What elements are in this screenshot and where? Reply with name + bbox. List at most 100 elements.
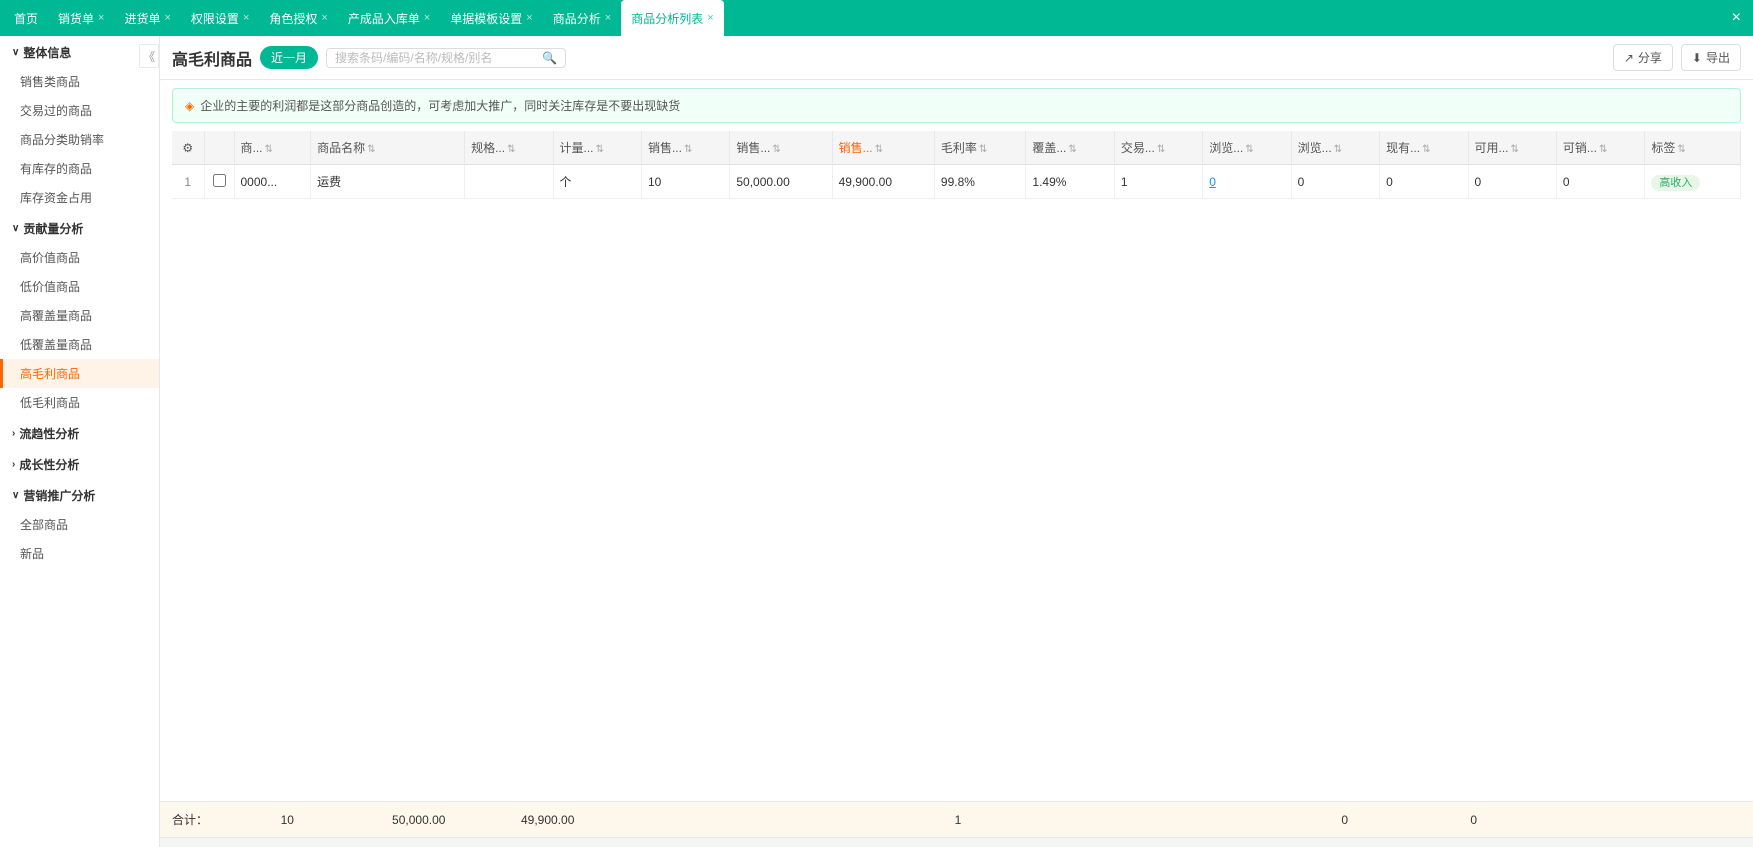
sidebar-item-low-coverage[interactable]: 低覆盖量商品 [0,330,159,359]
sidebar-item-stock-capital[interactable]: 库存资金占用 [0,183,159,212]
data-table: ⚙ 商...⇅ 商品名称⇅ 规格...⇅ 计量...⇅ 销售...⇅ 销售...… [172,131,1741,199]
sidebar: 《 ∨ 整体信息 销售类商品 交易过的商品 商品分类助销率 有库存的商品 库存资… [0,36,160,847]
sidebar-group-contribution[interactable]: ∨ 贡献量分析 [0,212,159,243]
tip-icon: ◈ [185,99,194,113]
sidebar-item-low-margin[interactable]: 低毛利商品 [0,388,159,417]
cell-view2: 0 [1291,165,1379,199]
row-checkbox[interactable] [213,174,226,187]
col-unit[interactable]: 计量...⇅ [553,131,641,165]
table-header-row: ⚙ 商...⇅ 商品名称⇅ 规格...⇅ 计量...⇅ 销售...⇅ 销售...… [172,131,1741,165]
sidebar-item-low-value[interactable]: 低价值商品 [0,272,159,301]
cell-view1[interactable]: 0 [1203,165,1291,199]
col-sellable[interactable]: 可销...⇅ [1556,131,1644,165]
sidebar-item-category-rate[interactable]: 商品分类助销率 [0,125,159,154]
col-tag[interactable]: 标签⇅ [1645,131,1741,165]
footer-empty5 [1483,813,1612,827]
close-purchase-tab[interactable]: × [164,12,170,24]
sidebar-group-trend[interactable]: › 流趋性分析 [0,417,159,448]
footer-empty2 [709,813,838,827]
cell-checkbox[interactable] [204,165,234,199]
top-nav: 首页 销货单 × 进货单 × 权限设置 × 角色授权 × 产成品入库单 × 单据… [0,0,1753,36]
col-view2[interactable]: 浏览...⇅ [1291,131,1379,165]
close-product-analysis-list-tab[interactable]: × [707,12,713,24]
sidebar-collapse-button[interactable]: 《 [139,44,159,68]
nav-purchase[interactable]: 进货单 × [114,0,180,36]
close-all-button[interactable]: × [1724,9,1749,27]
nav-permission[interactable]: 权限设置 × [181,0,259,36]
arrow-icon-3: › [12,428,15,439]
col-view1[interactable]: 浏览...⇅ [1203,131,1291,165]
sidebar-item-all-products[interactable]: 全部商品 [0,510,159,539]
cell-sales-amount: 50,000.00 [730,165,832,199]
sidebar-group-overall[interactable]: ∨ 整体信息 [0,36,159,67]
footer-sales-profit: 49,900.00 [451,813,580,827]
nav-home[interactable]: 首页 [4,0,48,36]
sidebar-group-marketing[interactable]: ∨ 营销推广分析 [0,479,159,510]
col-name[interactable]: 商品名称⇅ [311,131,465,165]
close-product-analysis-tab[interactable]: × [605,12,611,24]
cell-unit: 个 [553,165,641,199]
col-code[interactable]: 商...⇅ [234,131,311,165]
footer-empty6 [1612,813,1741,827]
cell-name: 运费 [311,165,465,199]
sidebar-item-traded-products[interactable]: 交易过的商品 [0,96,159,125]
nav-role[interactable]: 角色授权 × [259,0,337,36]
nav-product-entry[interactable]: 产成品入库单 × [338,0,440,36]
col-spec[interactable]: 规格...⇅ [465,131,553,165]
cell-available: 0 [1468,165,1556,199]
search-box: 🔍 [326,48,566,68]
col-gross-margin[interactable]: 毛利率⇅ [934,131,1026,165]
col-sales-amount[interactable]: 销售...⇅ [730,131,832,165]
close-sales-tab[interactable]: × [98,12,104,24]
nav-product-analysis-list[interactable]: 商品分析列表 × [621,0,723,36]
sidebar-item-high-value[interactable]: 高价值商品 [0,243,159,272]
col-sales-profit[interactable]: 销售...⇅ [832,131,934,165]
footer-empty3 [967,813,1096,827]
nav-template[interactable]: 单据模板设置 × [440,0,542,36]
footer-label: 合计： [172,811,252,828]
footer-cells: 10 50,000.00 49,900.00 1 0 0 [252,813,1741,827]
sidebar-item-high-coverage[interactable]: 高覆盖量商品 [0,301,159,330]
nav-product-analysis[interactable]: 商品分析 × [543,0,621,36]
search-icon[interactable]: 🔍 [542,51,557,65]
sidebar-item-stocked[interactable]: 有库存的商品 [0,154,159,183]
share-icon: ↗ [1624,51,1634,65]
sidebar-item-sales-products[interactable]: 销售类商品 [0,67,159,96]
col-coverage[interactable]: 覆盖...⇅ [1026,131,1114,165]
arrow-icon-5: ∨ [12,490,19,501]
search-input[interactable] [335,51,542,65]
arrow-icon: ∨ [12,47,19,58]
filter-recent-month-button[interactable]: 近一月 [260,46,318,69]
content-area: 高毛利商品 近一月 🔍 ↗ 分享 ⬇ 导出 ◈ 企业的主要的利润都是这部分商品创… [160,36,1753,847]
table-row: 1 0000... 运费 个 10 50,000.00 49,900.00 99… [172,165,1741,199]
sidebar-item-high-margin[interactable]: 高毛利商品 [0,359,159,388]
tag-badge: 高收入 [1651,175,1700,191]
main-layout: 《 ∨ 整体信息 销售类商品 交易过的商品 商品分类助销率 有库存的商品 库存资… [0,36,1753,847]
cell-sellable: 0 [1556,165,1644,199]
close-product-entry-tab[interactable]: × [424,12,430,24]
header-actions: ↗ 分享 ⬇ 导出 [1613,44,1741,71]
sidebar-item-new-products[interactable]: 新品 [0,539,159,568]
col-available[interactable]: 可用...⇅ [1468,131,1556,165]
col-sales-qty[interactable]: 销售...⇅ [641,131,729,165]
export-button[interactable]: ⬇ 导出 [1681,44,1741,71]
col-transaction[interactable]: 交易...⇅ [1114,131,1202,165]
cell-tag: 高收入 [1645,165,1741,199]
col-current-stock[interactable]: 现有...⇅ [1380,131,1468,165]
close-role-tab[interactable]: × [321,12,327,24]
close-permission-tab[interactable]: × [243,12,249,24]
page-title: 高毛利商品 [172,46,252,70]
footer-transaction: 1 [838,813,967,827]
sidebar-group-growth[interactable]: › 成长性分析 [0,448,159,479]
table-container: ⚙ 商...⇅ 商品名称⇅ 规格...⇅ 计量...⇅ 销售...⇅ 销售...… [160,131,1753,801]
horizontal-scrollbar[interactable] [160,837,1753,847]
col-settings[interactable]: ⚙ [172,131,204,165]
cell-code: 0000... [234,165,311,199]
export-icon: ⬇ [1692,51,1702,65]
close-template-tab[interactable]: × [526,12,532,24]
nav-sales[interactable]: 销货单 × [48,0,114,36]
arrow-icon-4: › [12,459,15,470]
cell-num: 1 [172,165,204,199]
footer-empty4 [1096,813,1225,827]
share-button[interactable]: ↗ 分享 [1613,44,1673,71]
